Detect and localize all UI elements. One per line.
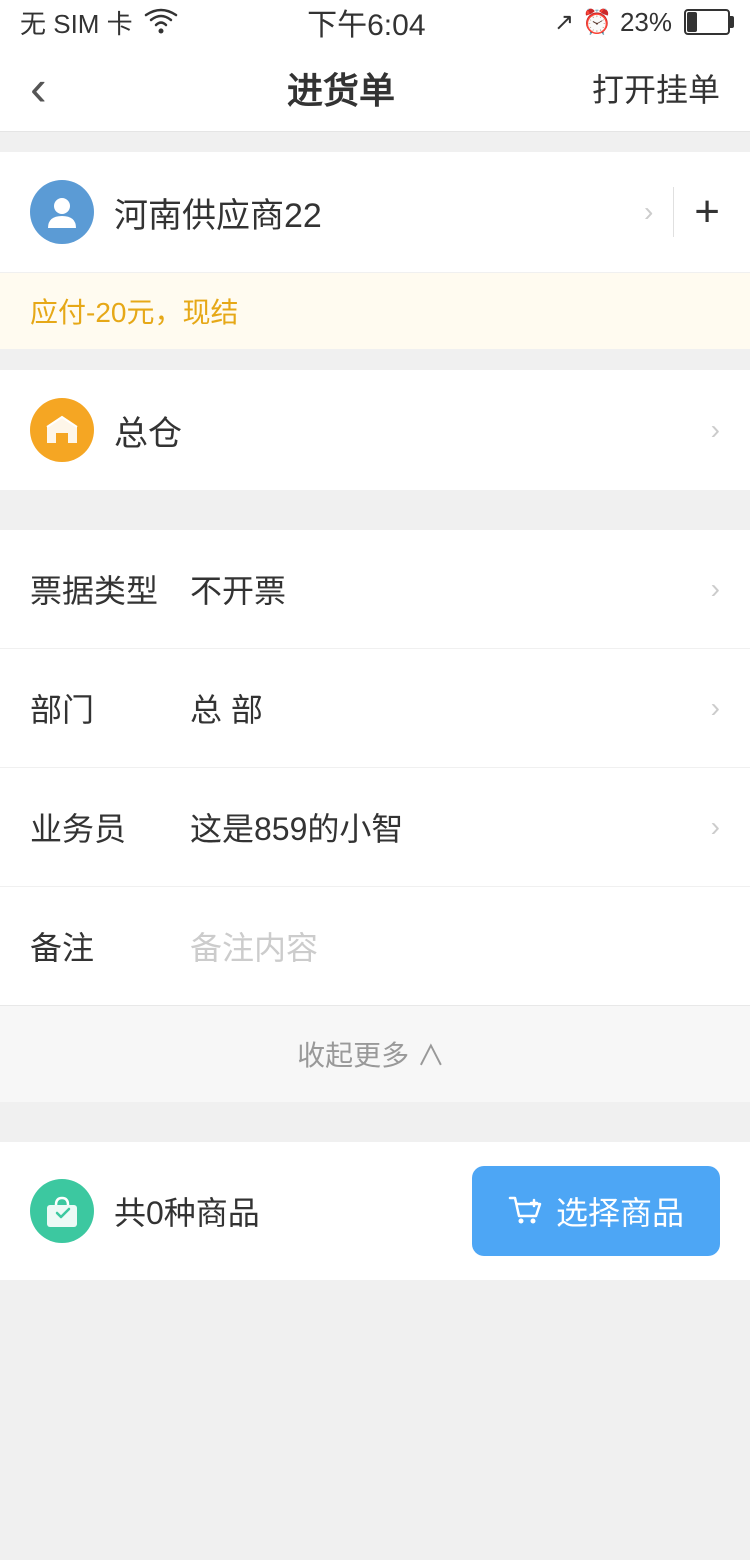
notice-bar: 应付-20元，现结 xyxy=(0,273,750,350)
wifi-icon xyxy=(143,8,179,36)
page-title: 进货单 xyxy=(287,62,395,114)
section-divider-4 xyxy=(0,1102,750,1122)
warehouse-chevron-icon: › xyxy=(711,414,720,446)
remarks-input[interactable]: 备注内容 xyxy=(170,923,720,969)
supplier-row[interactable]: 河南供应商22 › + xyxy=(0,152,750,273)
battery-percent: 23% xyxy=(620,7,672,38)
section-divider-3 xyxy=(0,490,750,510)
collapse-bar[interactable]: 收起更多 ∧ xyxy=(0,1005,750,1102)
product-count-text: 共0种商品 xyxy=(114,1188,472,1234)
invoice-type-chevron-icon: › xyxy=(711,573,720,605)
vertical-divider xyxy=(673,187,674,237)
open-pending-button[interactable]: 打开挂单 xyxy=(592,65,720,111)
remarks-row[interactable]: 备注 备注内容 xyxy=(0,887,750,1005)
warehouse-card[interactable]: 总仓 › xyxy=(0,370,750,490)
supplier-right-actions: › + xyxy=(644,187,720,237)
warehouse-name: 总仓 xyxy=(114,406,711,455)
footer-gray xyxy=(0,1280,750,1560)
person-icon xyxy=(44,194,80,230)
warehouse-icon xyxy=(43,413,81,447)
supplier-avatar xyxy=(30,180,94,244)
alarm-icon: ⏰ xyxy=(582,8,612,37)
supplier-chevron-icon: › xyxy=(644,196,653,228)
invoice-type-value: 不开票 xyxy=(170,566,701,612)
location-icon: ↗ xyxy=(554,8,574,37)
warehouse-row[interactable]: 总仓 › xyxy=(0,370,750,490)
section-divider-1 xyxy=(0,132,750,152)
staff-chevron-icon: › xyxy=(711,811,720,843)
status-right: ↗ ⏰ 23% xyxy=(554,7,730,38)
shopping-bag-icon xyxy=(43,1193,81,1229)
status-left: 无 SIM 卡 xyxy=(20,4,179,41)
back-button[interactable]: ‹ xyxy=(30,59,90,117)
department-row[interactable]: 部门 总 部 › xyxy=(0,649,750,768)
invoice-type-label: 票据类型 xyxy=(30,566,170,612)
section-divider-2 xyxy=(0,350,750,370)
staff-label: 业务员 xyxy=(30,804,170,850)
carrier-text: 无 SIM 卡 xyxy=(20,4,133,41)
status-bar: 无 SIM 卡 下午6:04 ↗ ⏰ 23% xyxy=(0,0,750,44)
select-product-button[interactable]: 选择商品 xyxy=(472,1166,720,1256)
remarks-label: 备注 xyxy=(30,923,170,969)
department-value: 总 部 xyxy=(170,685,701,731)
department-label: 部门 xyxy=(30,685,170,731)
notice-text: 应付-20元，现结 xyxy=(30,297,238,328)
supplier-name: 河南供应商22 xyxy=(114,188,644,237)
supplier-card: 河南供应商22 › + 应付-20元，现结 xyxy=(0,152,750,350)
product-icon-wrap xyxy=(30,1179,94,1243)
nav-bar: ‹ 进货单 打开挂单 xyxy=(0,44,750,132)
bottom-bar: 共0种商品 选择商品 xyxy=(0,1142,750,1280)
cart-icon xyxy=(508,1196,544,1226)
select-product-label: 选择商品 xyxy=(556,1188,684,1234)
staff-row[interactable]: 业务员 这是859的小智 › xyxy=(0,768,750,887)
status-time: 下午6:04 xyxy=(307,0,425,44)
add-supplier-button[interactable]: + xyxy=(694,190,720,234)
battery-icon xyxy=(684,9,730,35)
staff-value: 这是859的小智 xyxy=(170,804,701,850)
collapse-label: 收起更多 ∧ xyxy=(297,1034,445,1074)
form-section: 票据类型 不开票 › 部门 总 部 › 业务员 这是859的小智 › 备注 备注… xyxy=(0,530,750,1005)
invoice-type-row[interactable]: 票据类型 不开票 › xyxy=(0,530,750,649)
warehouse-icon-wrap xyxy=(30,398,94,462)
department-chevron-icon: › xyxy=(711,692,720,724)
